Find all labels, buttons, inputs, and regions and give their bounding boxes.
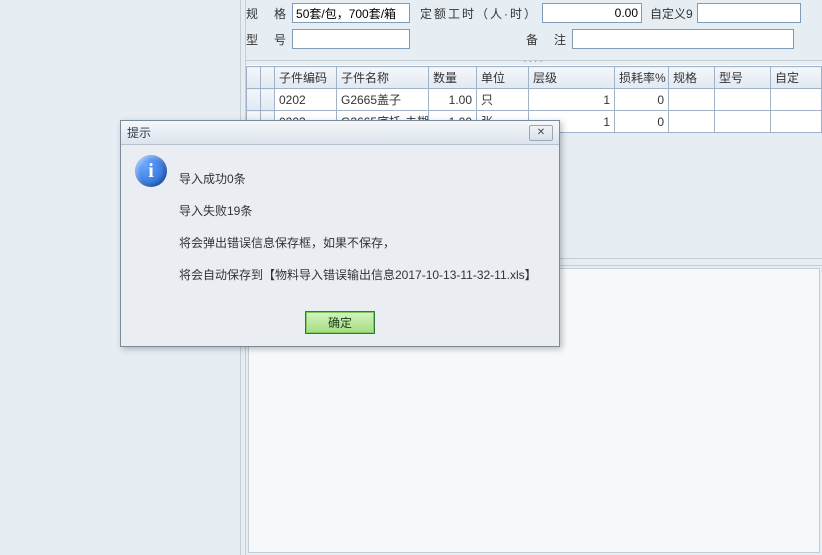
- cell-loss[interactable]: 0: [615, 111, 669, 133]
- remark-label: 备 注: [526, 31, 568, 48]
- form-area: 规 格 定额工时（人·时） 自定义9 型 号 备 注: [246, 0, 822, 54]
- table-header-row: 子件编码 子件名称 数量 单位 层级 损耗率% 规格 型号 自定: [247, 67, 822, 89]
- spec-input[interactable]: [292, 3, 410, 23]
- table-row[interactable]: 0202 G2665盖子 1.00 只 1 0: [247, 89, 822, 111]
- ok-button[interactable]: 确定: [305, 311, 375, 334]
- col-spec[interactable]: 规格: [669, 67, 715, 89]
- remark-input[interactable]: [572, 29, 794, 49]
- col-loss[interactable]: 损耗率%: [615, 67, 669, 89]
- cell-unit[interactable]: 只: [477, 89, 529, 111]
- col-custom[interactable]: 自定: [771, 67, 822, 89]
- col-code[interactable]: 子件编码: [275, 67, 337, 89]
- main-panel: ⋮ 规 格 定额工时（人·时） 自定义9 型 号 备 注 ····: [0, 0, 822, 555]
- cell-name[interactable]: G2665盖子: [337, 89, 429, 111]
- dialog-titlebar[interactable]: 提示 ✕: [121, 121, 559, 145]
- model-input[interactable]: [292, 29, 410, 49]
- custom9-label: 自定义9: [650, 5, 693, 22]
- col-model[interactable]: 型号: [715, 67, 771, 89]
- custom9-input[interactable]: [697, 3, 801, 23]
- cell-code[interactable]: 0202: [275, 89, 337, 111]
- spec-label: 规 格: [246, 5, 288, 22]
- dialog-message: 导入成功0条 导入失败19条 将会弹出错误信息保存框，如果不保存， 将会自动保存…: [179, 155, 537, 299]
- msg-line: 导入成功0条: [179, 171, 537, 187]
- cell-qty[interactable]: 1.00: [429, 89, 477, 111]
- msg-line: 将会自动保存到【物料导入错误输出信息2017-10-13-11-32-11.xl…: [179, 267, 537, 283]
- info-icon: i: [135, 155, 167, 187]
- dialog-close-button[interactable]: ✕: [529, 125, 553, 141]
- rated-input[interactable]: [542, 3, 642, 23]
- message-dialog: 提示 ✕ i 导入成功0条 导入失败19条 将会弹出错误信息保存框，如果不保存，…: [120, 120, 560, 347]
- cell-loss[interactable]: 0: [615, 89, 669, 111]
- dialog-title: 提示: [127, 124, 529, 141]
- col-unit[interactable]: 单位: [477, 67, 529, 89]
- rated-label: 定额工时（人·时）: [420, 5, 538, 22]
- msg-line: 将会弹出错误信息保存框，如果不保存，: [179, 235, 537, 251]
- close-icon: ✕: [537, 127, 545, 138]
- msg-line: 导入失败19条: [179, 203, 537, 219]
- col-name[interactable]: 子件名称: [337, 67, 429, 89]
- col-level[interactable]: 层级: [529, 67, 615, 89]
- col-qty[interactable]: 数量: [429, 67, 477, 89]
- cell-level[interactable]: 1: [529, 89, 615, 111]
- model-label: 型 号: [246, 31, 288, 48]
